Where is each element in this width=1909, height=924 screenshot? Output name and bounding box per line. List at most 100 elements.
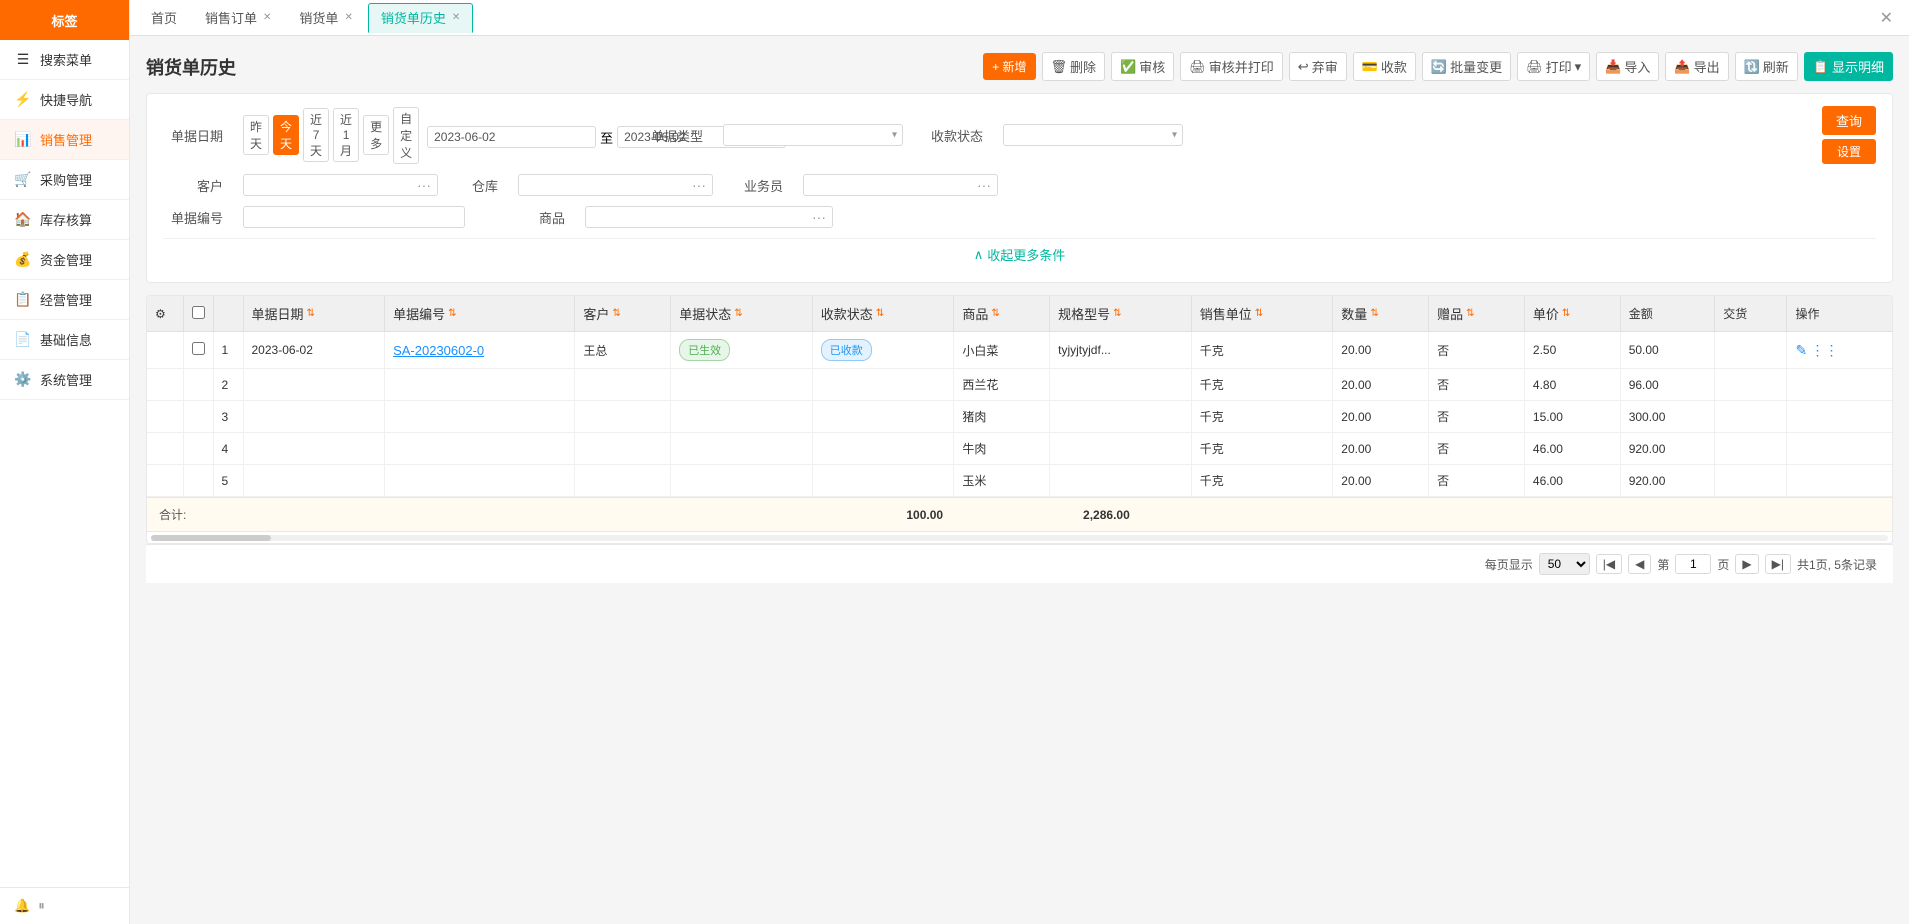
sidebar-item-operations[interactable]: 📋 经营管理 xyxy=(0,280,129,320)
tab-home[interactable]: 首页 xyxy=(138,3,190,33)
tab-delivery-close[interactable]: ✕ xyxy=(344,12,352,23)
customer-input[interactable] xyxy=(244,175,411,195)
date-today[interactable]: 今天 xyxy=(273,115,299,155)
date-1month[interactable]: 近1月 xyxy=(333,108,359,162)
page-last-btn[interactable]: ▶| xyxy=(1765,554,1791,574)
th-gift[interactable]: 赠品 ⇅ xyxy=(1429,296,1525,332)
td-doc-no[interactable] xyxy=(385,369,575,401)
tab-delivery-history[interactable]: 销货单历史 ✕ xyxy=(368,3,473,33)
td-doc-no[interactable]: SA-20230602-0 xyxy=(385,332,575,369)
page-prev-btn[interactable]: ◀ xyxy=(1628,554,1651,574)
table-row: 12023-06-02SA-20230602-0王总已生效已收款小白菜tyjyj… xyxy=(147,332,1892,369)
payment-status-select[interactable] xyxy=(1003,124,1183,146)
delete-button[interactable]: 🗑 删除 xyxy=(1042,52,1106,81)
product-input[interactable] xyxy=(586,207,806,227)
warehouse-input[interactable] xyxy=(519,175,686,195)
th-settings[interactable]: ⚙ xyxy=(147,296,183,332)
td-doc-no[interactable] xyxy=(385,433,575,465)
tab-sales-order-close[interactable]: ✕ xyxy=(263,12,271,23)
td-checkbox[interactable] xyxy=(183,433,213,465)
page-size-select[interactable]: 50 100 xyxy=(1539,553,1590,575)
page-number-input[interactable] xyxy=(1675,554,1711,574)
sidebar-item-search[interactable]: ☰ 搜索菜单 xyxy=(0,40,129,80)
settings-button[interactable]: 设置 xyxy=(1822,139,1876,164)
td-unit: 千克 xyxy=(1191,433,1333,465)
tab-delivery-history-close[interactable]: ✕ xyxy=(452,12,460,23)
page-content-area: 销货单历史 + 新增 🗑 删除 ✅ 审核 🖨 审核并打印 ↩ 弃审 xyxy=(130,36,1909,924)
tab-sales-order[interactable]: 销售订单 ✕ xyxy=(192,3,284,33)
td-spec xyxy=(1050,369,1192,401)
sort-qty-icon: ⇅ xyxy=(1370,308,1378,319)
sidebar-item-finance[interactable]: 💰 资金管理 xyxy=(0,240,129,280)
sort-doc-status-icon: ⇅ xyxy=(734,308,742,319)
collapse-button[interactable]: ∧ 收起更多条件 xyxy=(163,238,1876,270)
td-checkbox[interactable] xyxy=(183,465,213,497)
refresh-button[interactable]: 🔃 刷新 xyxy=(1735,52,1798,81)
sort-doc-date-icon: ⇅ xyxy=(307,308,315,319)
td-actions[interactable] xyxy=(1787,401,1892,433)
td-actions[interactable]: ✎ ⋮⋮ xyxy=(1787,332,1892,369)
horizontal-scrollbar[interactable] xyxy=(147,531,1892,543)
sidebar-item-purchase[interactable]: 🛒 采购管理 xyxy=(0,160,129,200)
th-doc-date[interactable]: 单据日期 ⇅ xyxy=(243,296,385,332)
th-qty[interactable]: 数量 ⇅ xyxy=(1333,296,1429,332)
td-actions[interactable] xyxy=(1787,369,1892,401)
th-customer[interactable]: 客户 ⇅ xyxy=(575,296,671,332)
tab-close-all[interactable]: ✕ xyxy=(1872,8,1901,28)
staff-input[interactable] xyxy=(804,175,971,195)
td-checkbox[interactable] xyxy=(183,332,213,369)
page-next-btn[interactable]: ▶ xyxy=(1735,554,1758,574)
batch-change-button[interactable]: 🔄 批量变更 xyxy=(1422,52,1511,81)
notification-icon[interactable]: 🔔 xyxy=(14,898,30,914)
date-7days[interactable]: 近7天 xyxy=(303,108,329,162)
query-button[interactable]: 查询 xyxy=(1822,106,1876,135)
sidebar-item-inventory[interactable]: 🏠 库存核算 xyxy=(0,200,129,240)
th-doc-status[interactable]: 单据状态 ⇅ xyxy=(671,296,813,332)
collect-button[interactable]: 💳 收款 xyxy=(1353,52,1416,81)
sidebar-item-system[interactable]: ⚙️ 系统管理 xyxy=(0,360,129,400)
date-yesterday[interactable]: 昨天 xyxy=(243,115,269,155)
import-button[interactable]: 📥 导入 xyxy=(1596,52,1659,81)
page-first-btn[interactable]: |◀ xyxy=(1596,554,1622,574)
td-checkbox[interactable] xyxy=(183,369,213,401)
th-unit[interactable]: 销售单位 ⇅ xyxy=(1191,296,1333,332)
customer-dots-icon[interactable]: ··· xyxy=(411,177,437,193)
th-unit-price[interactable]: 单价 ⇅ xyxy=(1524,296,1620,332)
td-actions[interactable] xyxy=(1787,465,1892,497)
td-gift: 否 xyxy=(1429,369,1525,401)
td-delivery xyxy=(1715,332,1787,369)
sidebar-item-quicknav[interactable]: ⚡ 快捷导航 xyxy=(0,80,129,120)
th-spec[interactable]: 规格型号 ⇅ xyxy=(1050,296,1192,332)
audit-print-button[interactable]: 🖨 审核并打印 xyxy=(1180,52,1283,81)
select-all-checkbox[interactable] xyxy=(192,306,205,319)
td-doc-no[interactable] xyxy=(385,401,575,433)
show-detail-button[interactable]: 📋 显示明细 xyxy=(1804,52,1893,81)
th-doc-no[interactable]: 单据编号 ⇅ xyxy=(385,296,575,332)
th-payment-status[interactable]: 收款状态 ⇅ xyxy=(812,296,954,332)
audit-button[interactable]: ✅ 审核 xyxy=(1111,52,1174,81)
warehouse-dots-icon[interactable]: ··· xyxy=(686,177,712,193)
doc-no-input[interactable] xyxy=(244,207,464,227)
staff-dots-icon[interactable]: ··· xyxy=(971,177,997,193)
date-custom[interactable]: 自定义 xyxy=(393,107,419,164)
pause-icon[interactable]: ⏸ xyxy=(38,898,45,914)
th-product[interactable]: 商品 ⇅ xyxy=(954,296,1050,332)
product-dots-icon[interactable]: ··· xyxy=(806,209,832,225)
search-menu-icon: ☰ xyxy=(14,51,32,68)
doc-no-input-wrapper xyxy=(243,206,465,228)
td-doc-no[interactable] xyxy=(385,465,575,497)
new-button[interactable]: + 新增 xyxy=(983,53,1035,80)
scrollbar-thumb[interactable] xyxy=(151,535,271,541)
sidebar-item-basic[interactable]: 📄 基础信息 xyxy=(0,320,129,360)
tab-delivery[interactable]: 销货单 ✕ xyxy=(286,3,365,33)
print-button[interactable]: 🖨 打印 ▾ xyxy=(1517,52,1590,81)
doc-no-link[interactable]: SA-20230602-0 xyxy=(393,343,484,358)
td-checkbox[interactable] xyxy=(183,401,213,433)
date-from-input[interactable] xyxy=(427,126,596,148)
export-button[interactable]: 📤 导出 xyxy=(1665,52,1728,81)
date-more[interactable]: 更多 xyxy=(363,115,389,155)
doc-type-select[interactable] xyxy=(723,124,903,146)
td-actions[interactable] xyxy=(1787,433,1892,465)
abandon-button[interactable]: ↩ 弃审 xyxy=(1289,52,1347,81)
sidebar-item-sales[interactable]: 📊 销售管理 xyxy=(0,120,129,160)
